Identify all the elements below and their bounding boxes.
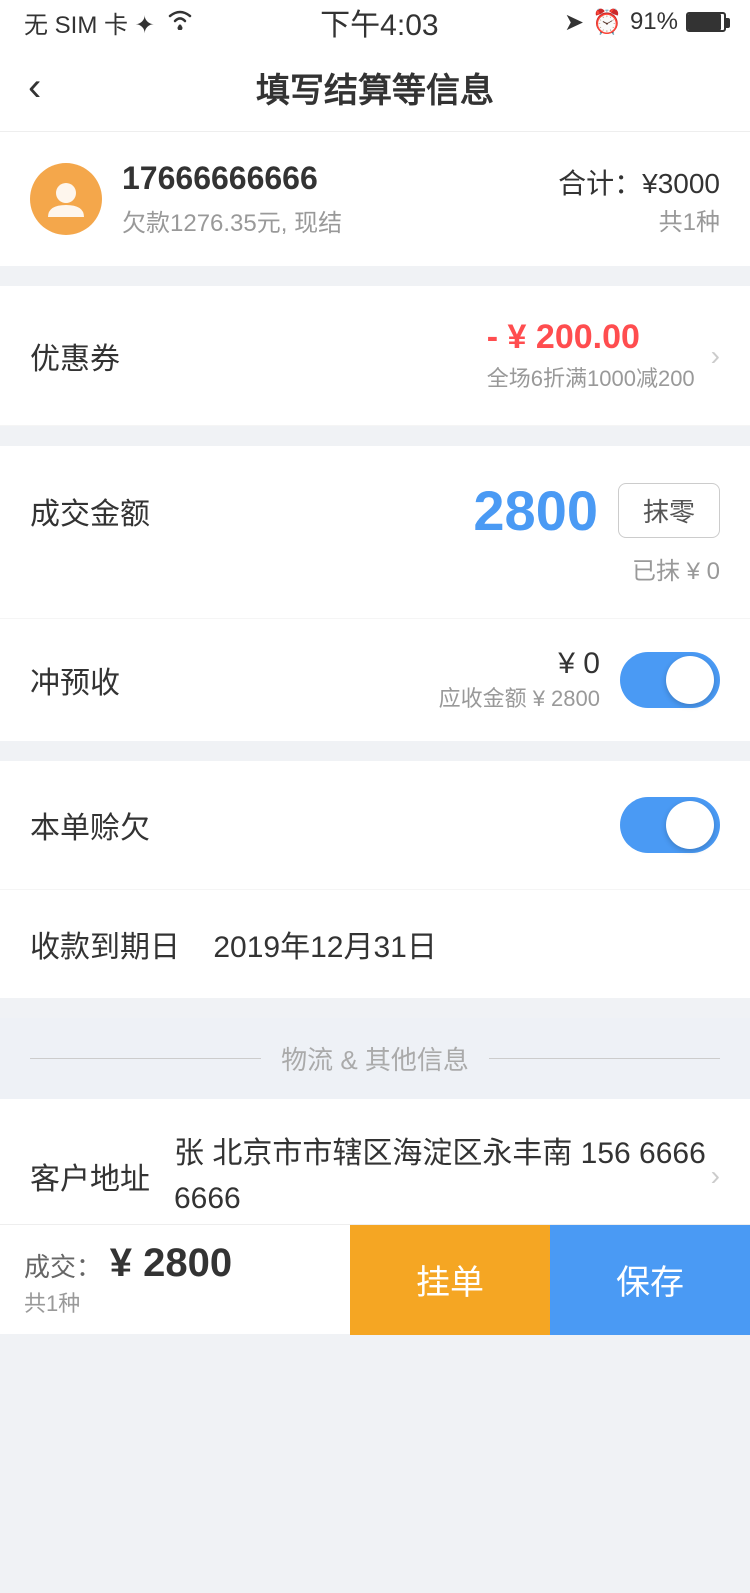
bottom-bar: 成交： ¥ 2800 共1种 挂单 保存 [0, 1224, 750, 1334]
bottom-info: 成交： ¥ 2800 共1种 [0, 1241, 350, 1318]
amount-sub: 已抹 ¥ 0 [30, 551, 720, 586]
duedate-row: 收款到期日 2019年12月31日 [0, 889, 750, 998]
bottom-deal-row: 成交： ¥ 2800 [24, 1241, 326, 1286]
duedate-label: 收款到期日 [30, 931, 180, 964]
address-label: 客户地址 [30, 1154, 150, 1198]
status-bar: 无 SIM 卡 ✦ 下午4:03 ➤ ⏰ 91% [0, 0, 750, 44]
precollect-receivable: 应收金额 ¥ 2800 [439, 681, 600, 713]
status-right: ➤ ⏰ 91% [564, 8, 726, 37]
bottom-deal-amount: ¥ 2800 [110, 1241, 232, 1285]
save-button[interactable]: 保存 [550, 1225, 750, 1335]
debt-toggle[interactable] [620, 797, 720, 853]
amount-section: 成交金额 2800 抹零 已抹 ¥ 0 [0, 446, 750, 618]
precollect-amount-group: ¥ 0 应收金额 ¥ 2800 [439, 647, 600, 713]
avatar [30, 163, 102, 235]
amount-main-value[interactable]: 2800 [473, 478, 598, 543]
coupon-row[interactable]: 优惠券 - ¥ 200.00 全场6折满1000减200 › [0, 286, 750, 426]
logistics-divider: 物流 & 其他信息 [0, 1018, 750, 1099]
content: 17666666666 欠款1276.35元, 现结 合计：¥3000 共1种 … [0, 132, 750, 1593]
amount-label: 成交金额 [30, 489, 150, 533]
address-chevron-icon: › [711, 1160, 720, 1192]
coupon-right: - ¥ 200.00 全场6折满1000减200 › [487, 318, 720, 393]
precollect-zero: ¥ 0 [439, 647, 600, 681]
status-left: 无 SIM 卡 ✦ [24, 5, 195, 40]
customer-debt: 欠款1276.35元, 现结 [122, 203, 342, 238]
debt-row: 本单赊欠 [0, 761, 750, 889]
debt-label: 本单赊欠 [30, 803, 150, 847]
precollect-label: 冲预收 [30, 658, 120, 702]
alarm-icon: ⏰ [592, 8, 622, 37]
coupon-label: 优惠券 [30, 334, 120, 378]
precollect-toggle[interactable] [620, 652, 720, 708]
divider-1 [0, 266, 750, 286]
total-label: 合计：¥3000 [558, 162, 720, 202]
amount-value-group: 2800 抹零 [473, 478, 720, 543]
precollect-toggle-knob [666, 656, 714, 704]
divider-4 [0, 998, 750, 1018]
total-amount: ¥3000 [642, 168, 720, 199]
divider-3 [0, 741, 750, 761]
coupon-desc: 全场6折满1000减200 [487, 361, 695, 393]
chevron-right-icon: › [711, 340, 720, 372]
precollect-row: 冲预收 ¥ 0 应收金额 ¥ 2800 [0, 618, 750, 741]
back-button[interactable]: ‹ [28, 65, 41, 110]
duedate-content: 收款到期日 2019年12月31日 [30, 931, 437, 964]
logistics-line-right [489, 1058, 720, 1059]
coupon-value-group: - ¥ 200.00 全场6折满1000减200 [487, 318, 695, 393]
total-label-text: 合计： [558, 168, 642, 199]
divider-2 [0, 426, 750, 446]
customer-left: 17666666666 欠款1276.35元, 现结 [30, 160, 342, 238]
battery-percent: 91% [630, 8, 678, 36]
bottom-deal-label: 成交： [24, 1252, 102, 1282]
bottom-deal-count: 共1种 [24, 1286, 326, 1318]
hang-button[interactable]: 挂单 [350, 1225, 550, 1335]
nav-bar: ‹ 填写结算等信息 [0, 44, 750, 132]
logistics-line-left [30, 1058, 261, 1059]
status-time: 下午4:03 [320, 0, 438, 44]
location-icon: ➤ [564, 8, 584, 37]
precollect-right: ¥ 0 应收金额 ¥ 2800 [439, 647, 720, 713]
page-title: 填写结算等信息 [256, 63, 494, 112]
amount-row: 成交金额 2800 抹零 [30, 478, 720, 543]
sim-label: 无 SIM 卡 ✦ [24, 5, 155, 40]
debt-toggle-knob [666, 801, 714, 849]
battery-icon [686, 12, 726, 32]
logistics-text: 物流 & 其他信息 [281, 1040, 469, 1077]
duedate-value: 2019年12月31日 [213, 931, 436, 964]
round-button[interactable]: 抹零 [618, 483, 720, 538]
avatar-icon [42, 175, 90, 223]
address-content: 张 北京市市辖区海淀区永丰南 156 6666 6666 [174, 1131, 711, 1221]
total-count: 共1种 [558, 202, 720, 237]
customer-card: 17666666666 欠款1276.35元, 现结 合计：¥3000 共1种 [0, 132, 750, 266]
wifi-icon [165, 8, 195, 37]
customer-phone: 17666666666 [122, 160, 342, 197]
coupon-amount: - ¥ 200.00 [487, 318, 695, 357]
customer-info: 17666666666 欠款1276.35元, 现结 [122, 160, 342, 238]
customer-total: 合计：¥3000 共1种 [558, 162, 720, 237]
